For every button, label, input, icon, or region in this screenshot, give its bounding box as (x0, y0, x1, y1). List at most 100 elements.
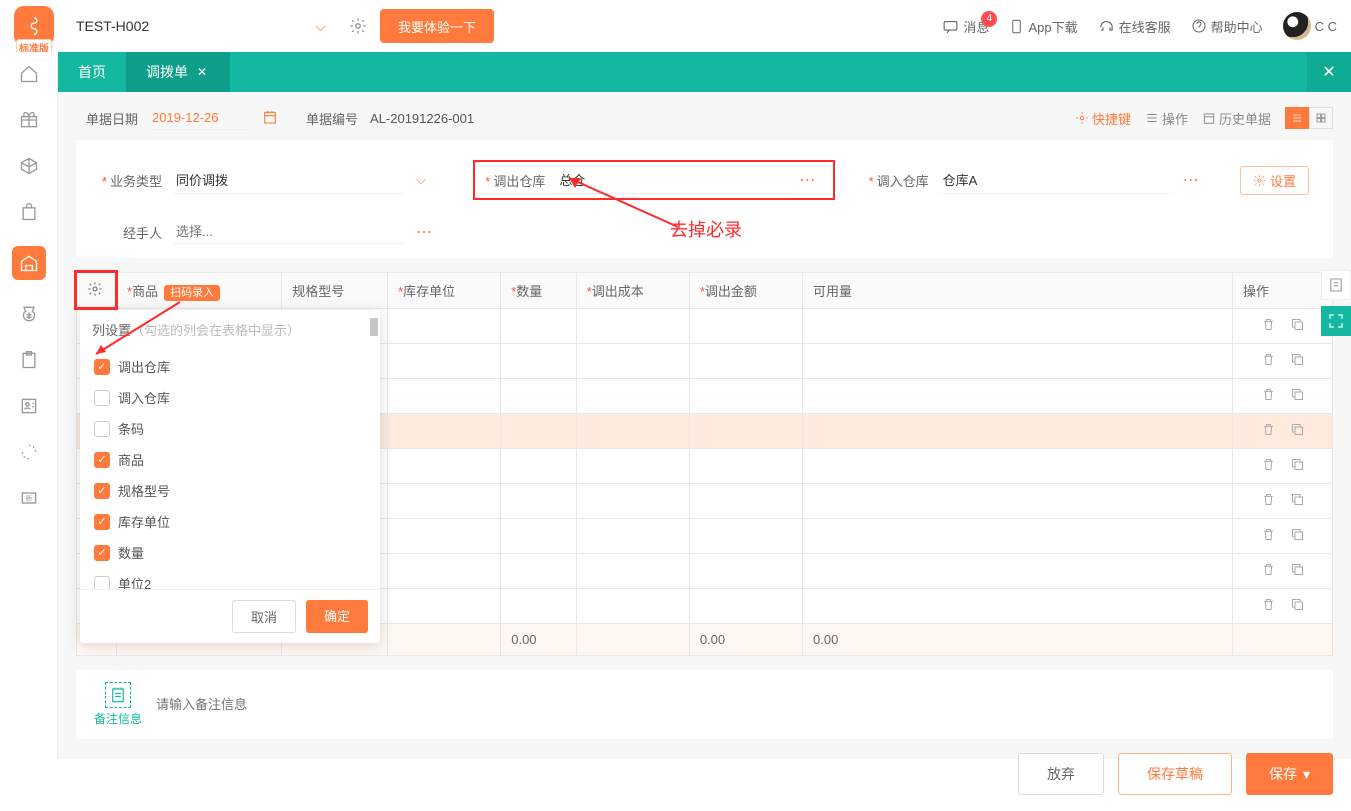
nav-gift-icon[interactable] (17, 108, 41, 132)
operation-link[interactable]: 操作 (1145, 109, 1188, 128)
nav-contact-icon[interactable] (17, 394, 41, 418)
delete-icon[interactable] (1261, 422, 1276, 440)
more-icon[interactable]: ⋯ (1183, 170, 1201, 190)
copy-icon[interactable] (1290, 527, 1305, 545)
copy-icon[interactable] (1290, 352, 1305, 370)
tab-home[interactable]: 首页 (58, 52, 126, 92)
biz-type-field[interactable]: *业务类型 同价调拨 ⌵ (100, 166, 441, 194)
copy-icon[interactable] (1290, 422, 1305, 440)
remark-input[interactable] (156, 697, 1315, 712)
delete-icon[interactable] (1261, 457, 1276, 475)
checkbox[interactable]: ✓ (94, 514, 110, 530)
close-icon[interactable]: ✕ (194, 64, 210, 80)
checkbox[interactable]: ✓ (94, 452, 110, 468)
note-icon (105, 682, 131, 708)
copy-icon[interactable] (1290, 457, 1305, 475)
handler-input[interactable] (174, 220, 404, 244)
column-checkbox-item[interactable]: ✓库存单位 (80, 506, 380, 537)
gear-icon[interactable] (348, 16, 368, 36)
copy-icon[interactable] (1290, 562, 1305, 580)
copy-icon[interactable] (1290, 317, 1305, 335)
checkbox[interactable]: ✓ (94, 545, 110, 561)
column-name: 规格型号 (118, 481, 170, 500)
bill-no-value: AL-20191226-001 (370, 111, 474, 126)
delete-icon[interactable] (1261, 562, 1276, 580)
checkbox[interactable] (94, 576, 110, 590)
header-actions: 快捷键 操作 历史单据 (1075, 107, 1333, 129)
delete-icon[interactable] (1261, 317, 1276, 335)
sum-avail: 0.00 (803, 624, 1233, 656)
delete-icon[interactable] (1261, 387, 1276, 405)
side-note-icon[interactable] (1321, 270, 1351, 300)
app-download-label: App下载 (1028, 17, 1077, 36)
messages-link[interactable]: 消息 4 (942, 17, 989, 36)
copy-icon[interactable] (1290, 387, 1305, 405)
column-checkbox-item[interactable]: ✓ 商品 (80, 444, 380, 475)
help-link[interactable]: 帮助中心 (1191, 17, 1263, 36)
nav-bag-icon[interactable] (17, 200, 41, 224)
in-warehouse-label: *调入仓库 (867, 171, 929, 190)
bill-date-value[interactable]: 2019-12-26 (150, 106, 250, 130)
column-name: 商品 (118, 450, 144, 469)
delete-icon[interactable] (1261, 352, 1276, 370)
checkbox[interactable] (94, 421, 110, 437)
shortcut-link[interactable]: 快捷键 (1075, 109, 1131, 128)
settings-button[interactable]: 设置 (1240, 166, 1309, 195)
try-button[interactable]: 我要体验一下 (380, 9, 494, 43)
bill-date-field: 单据日期 2019-12-26 (76, 106, 278, 130)
nav-home-icon[interactable] (17, 62, 41, 86)
handler-field[interactable]: 经手人 ⋯ (100, 220, 460, 244)
checkbox[interactable]: ✓ (94, 483, 110, 499)
scan-entry-button[interactable]: 扫码录入 (164, 285, 220, 301)
footer-actions: 放弃 保存草稿 保存▾ (76, 739, 1333, 811)
app-download-link[interactable]: App下载 (1009, 17, 1077, 36)
column-checkbox-item[interactable]: ✓数量 (80, 537, 380, 568)
nav-sync-icon[interactable] (17, 440, 41, 464)
history-link[interactable]: 历史单据 (1202, 109, 1271, 128)
nav-goods-icon[interactable] (17, 154, 41, 178)
goods-table: *商品扫码录入 规格型号 *库存单位 *数量 *调出成本 *调出金额 可用量 操… (76, 272, 1333, 656)
view-list-icon[interactable] (1285, 107, 1309, 129)
delete-icon[interactable] (1261, 527, 1276, 545)
save-draft-button[interactable]: 保存草稿 (1118, 753, 1232, 795)
chevron-down-icon[interactable]: ⌵ (416, 172, 426, 188)
checkbox[interactable] (94, 390, 110, 406)
org-selector[interactable]: TEST-H002 ⌵ (66, 9, 336, 43)
nav-new-icon[interactable]: 新 (17, 486, 41, 510)
delete-icon[interactable] (1261, 492, 1276, 510)
user-menu[interactable]: C C (1283, 12, 1337, 40)
discard-button[interactable]: 放弃 (1018, 753, 1104, 795)
more-icon[interactable]: ⋯ (799, 170, 817, 190)
copy-icon[interactable] (1290, 492, 1305, 510)
top-bar: 标准版 TEST-H002 ⌵ 我要体验一下 消息 4 App下载 在线客服 帮… (0, 0, 1351, 52)
more-icon[interactable]: ⋯ (416, 222, 434, 242)
calendar-icon[interactable] (262, 109, 278, 128)
column-checkbox-item[interactable]: 条码 (80, 413, 380, 444)
delete-icon[interactable] (1261, 597, 1276, 615)
cancel-button[interactable]: 取消 (232, 600, 296, 633)
confirm-button[interactable]: 确定 (306, 600, 368, 633)
chevron-down-icon: ⌵ (315, 18, 326, 35)
annotation-arrow (563, 172, 683, 232)
user-name: C C (1315, 19, 1337, 34)
support-link[interactable]: 在线客服 (1098, 17, 1171, 36)
in-warehouse-field[interactable]: *调入仓库 仓库A ⋯ (867, 166, 1208, 194)
column-checkbox-item[interactable]: ✓ 规格型号 (80, 475, 380, 506)
column-list[interactable]: ✓调出仓库调入仓库条码✓商品✓规格型号✓库存单位✓数量单位2 (80, 349, 380, 589)
fullscreen-icon[interactable] (1321, 306, 1351, 336)
copy-icon[interactable] (1290, 597, 1305, 615)
close-all-icon[interactable]: ✕ (1307, 52, 1351, 92)
left-nav: 新 (0, 52, 58, 759)
column-checkbox-item[interactable]: 单位2 (80, 568, 380, 589)
bill-no-field: 单据编号 AL-20191226-001 (296, 109, 474, 128)
tab-transfer[interactable]: 调拨单 ✕ (126, 52, 230, 92)
save-button[interactable]: 保存▾ (1246, 753, 1333, 795)
nav-money-icon[interactable] (17, 302, 41, 326)
out-warehouse-label: *调出仓库 (483, 171, 545, 190)
view-grid-icon[interactable] (1309, 107, 1333, 129)
checkbox[interactable]: ✓ (94, 359, 110, 375)
view-toggle (1285, 107, 1333, 129)
column-checkbox-item[interactable]: 调入仓库 (80, 382, 380, 413)
nav-warehouse-icon[interactable] (12, 246, 46, 280)
nav-clipboard-icon[interactable] (17, 348, 41, 372)
